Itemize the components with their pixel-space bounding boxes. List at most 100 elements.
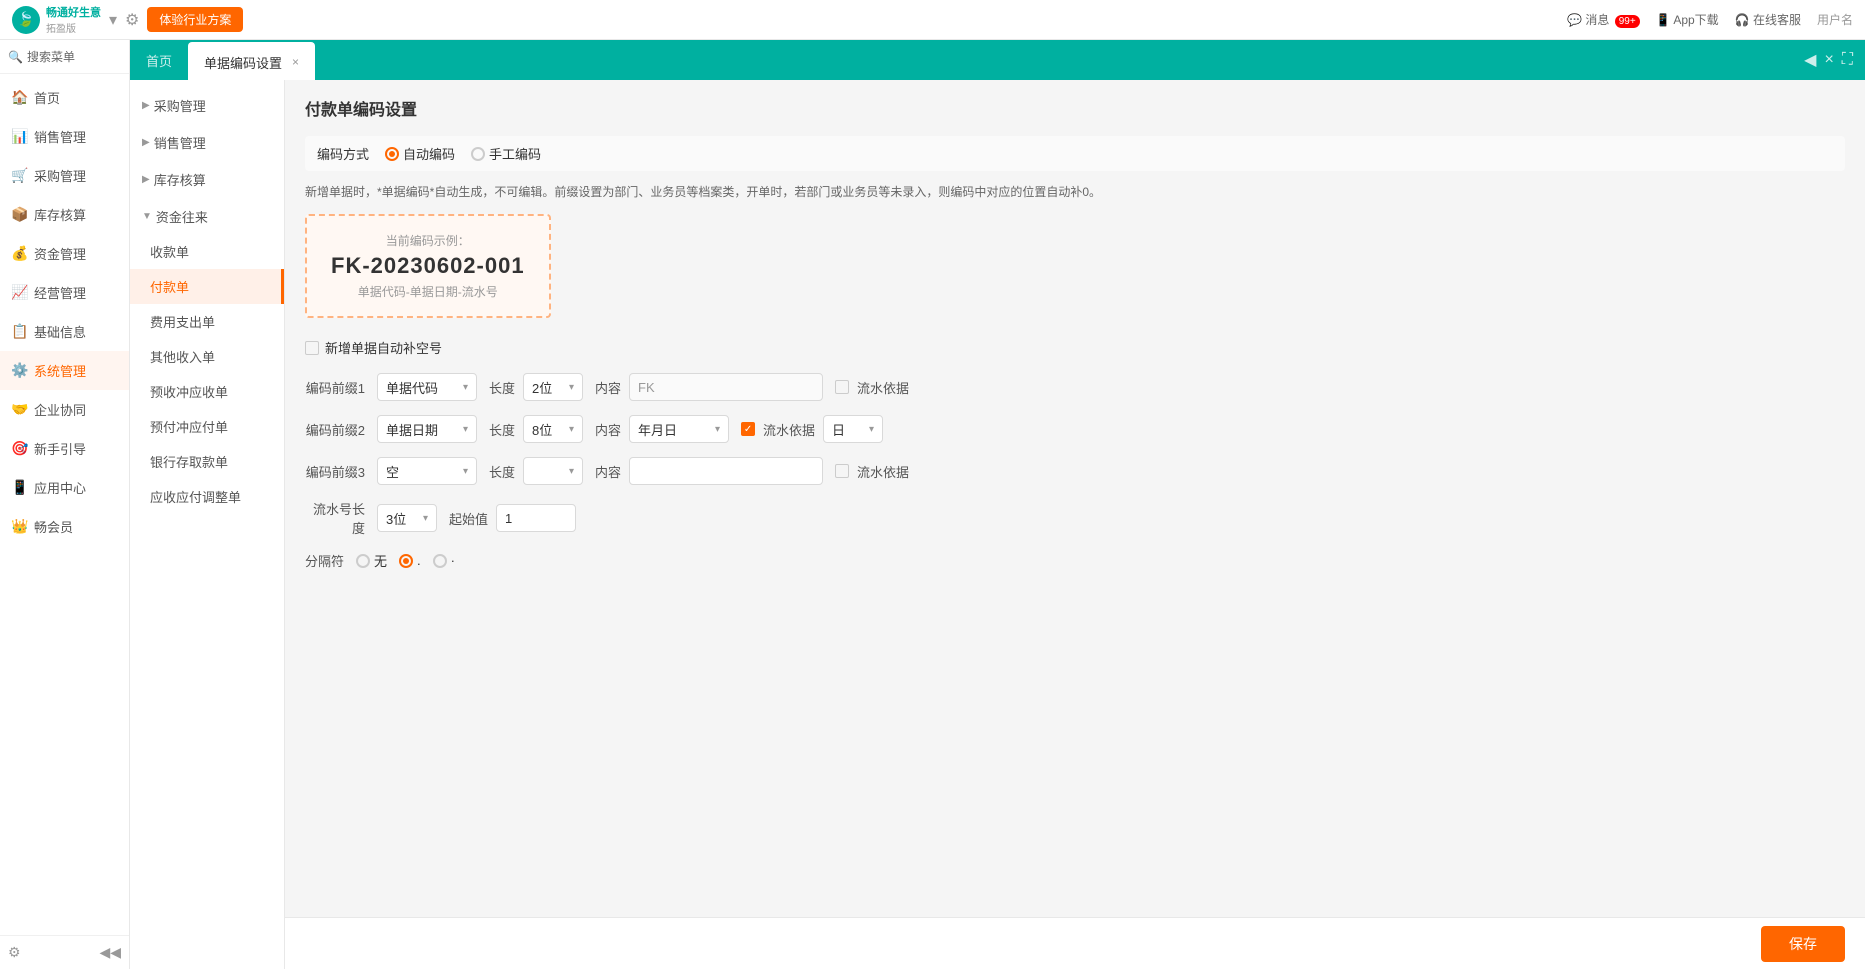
start-value-input[interactable]: [496, 504, 576, 532]
arrow-down-icon: ▼: [142, 211, 152, 222]
app-download-link[interactable]: 📱 App下载: [1656, 11, 1719, 28]
prefix3-select[interactable]: 空 ▾: [377, 457, 477, 485]
brand-text: 畅通好生意 拓盈版: [46, 4, 101, 35]
chevron-down-icon6: ▾: [869, 424, 874, 435]
sidebar: 🔍 搜索菜单 🏠 首页 📊 销售管理 🛒 采购管理 📦 库存核算 💰: [0, 40, 130, 969]
menu-item-bank-deposit[interactable]: 银行存取款单: [130, 444, 284, 479]
online-service-link[interactable]: 🎧 在线客服: [1735, 11, 1801, 28]
sidebar-item-apps[interactable]: 📱 应用中心: [0, 468, 129, 507]
tabbar-controls: ◀ × ⛶: [1804, 50, 1865, 70]
serial2-unit-select[interactable]: 日 ▾: [823, 415, 883, 443]
auto-encode-option[interactable]: 自动编码: [385, 144, 455, 163]
system-icon: ⚙️: [12, 363, 28, 379]
search-menu-btn[interactable]: 🔍 搜索菜单: [8, 48, 121, 65]
length3-select[interactable]: ▾: [523, 457, 583, 485]
menu-group-capital-header[interactable]: ▼ 资金往来: [130, 199, 284, 234]
serial-length-select[interactable]: 3位 ▾: [377, 504, 437, 532]
search-icon: 🔍: [8, 50, 23, 64]
brand-icon: 🍃: [12, 6, 40, 34]
length2-select[interactable]: 8位 ▾: [523, 415, 583, 443]
sep-dot-option[interactable]: .: [399, 553, 421, 568]
auto-fill-row: 新增单据自动补空号: [305, 338, 1845, 357]
settings-icon[interactable]: ⚙: [125, 10, 139, 30]
message-link[interactable]: 💬 消息 99+: [1567, 11, 1640, 28]
menu-group-purchase: ▶ 采购管理: [130, 88, 284, 123]
sidebar-item-system[interactable]: ⚙️ 系统管理: [0, 351, 129, 390]
length2-group: 长度 8位 ▾: [489, 415, 583, 443]
sidebar-item-enterprise[interactable]: 🤝 企业协同: [0, 390, 129, 429]
menu-item-expense[interactable]: 费用支出单: [130, 304, 284, 339]
serial3-checkbox[interactable]: [835, 464, 849, 478]
sidebar-item-inventory[interactable]: 📦 库存核算: [0, 195, 129, 234]
sidebar-item-guide[interactable]: 🎯 新手引导: [0, 429, 129, 468]
content-wrap: ▶ 采购管理 ▶ 销售管理 ▶ 库存核算: [130, 80, 1865, 969]
manual-encode-option[interactable]: 手工编码: [471, 144, 541, 163]
menu-item-other-income[interactable]: 其他收入单: [130, 339, 284, 374]
prefix3-row: 编码前缀3 空 ▾ 长度 ▾ 内: [305, 457, 1845, 485]
topbar-left: 🍃 畅通好生意 拓盈版 ▾ ⚙ 体验行业方案: [12, 4, 243, 35]
vip-icon: 👑: [12, 519, 28, 535]
menu-group-purchase-header[interactable]: ▶ 采购管理: [130, 88, 284, 123]
tabbar: 首页 单据编码设置 × ◀ × ⛶: [130, 40, 1865, 80]
menu-item-receipt[interactable]: 收款单: [130, 234, 284, 269]
sep-none-radio[interactable]: [356, 554, 370, 568]
menu-item-adjustment[interactable]: 应收应付调整单: [130, 479, 284, 514]
sidebar-nav: 🏠 首页 📊 销售管理 🛒 采购管理 📦 库存核算 💰 资金管理 📈 经: [0, 74, 129, 935]
separator-options: 无 . ·: [356, 551, 455, 570]
tab-close-icon[interactable]: ×: [292, 55, 299, 69]
sep-dot-radio[interactable]: [399, 554, 413, 568]
sidebar-item-basic[interactable]: 📋 基础信息: [0, 312, 129, 351]
prefix1-select[interactable]: 单据代码 ▾: [377, 373, 477, 401]
content1-input[interactable]: [629, 373, 823, 401]
dropdown-icon[interactable]: ▾: [109, 10, 117, 30]
page-title: 付款单编码设置: [305, 96, 1845, 120]
arrow-right-icon3: ▶: [142, 174, 150, 185]
auto-fill-label: 新增单据自动补空号: [325, 338, 442, 357]
auto-encode-radio[interactable]: [385, 147, 399, 161]
purchase-icon: 🛒: [12, 168, 28, 184]
tab-home[interactable]: 首页: [130, 40, 188, 80]
auto-fill-checkbox[interactable]: [305, 341, 319, 355]
serial1-group: 流水依据: [835, 378, 909, 397]
settings-bottom-icon[interactable]: ⚙: [8, 944, 21, 961]
close-tab-btn[interactable]: ×: [1824, 51, 1833, 69]
collapse-icon[interactable]: ◀◀: [99, 944, 121, 961]
sidebar-item-operations[interactable]: 📈 经营管理: [0, 273, 129, 312]
menu-item-payment[interactable]: 付款单: [130, 269, 284, 304]
serial-row: 流水号长度 3位 ▾ 起始值: [305, 499, 1845, 537]
sep-dash-option[interactable]: ·: [433, 553, 455, 568]
topbar: 🍃 畅通好生意 拓盈版 ▾ ⚙ 体验行业方案 💬 消息 99+ 📱 App下载 …: [0, 0, 1865, 40]
arrow-right-icon2: ▶: [142, 137, 150, 148]
sidebar-item-purchase[interactable]: 🛒 采购管理: [0, 156, 129, 195]
sidebar-search-area: 🔍 搜索菜单: [0, 40, 129, 74]
manual-encode-radio[interactable]: [471, 147, 485, 161]
sidebar-item-finance[interactable]: 💰 资金管理: [0, 234, 129, 273]
message-badge: 99+: [1615, 15, 1640, 28]
prefix2-select[interactable]: 单据日期 ▾: [377, 415, 477, 443]
sidebar-item-home[interactable]: 🏠 首页: [0, 78, 129, 117]
preview-sub: 单据代码-单据日期-流水号: [331, 283, 525, 300]
sep-none-option[interactable]: 无: [356, 551, 387, 570]
menu-group-sales-header[interactable]: ▶ 销售管理: [130, 125, 284, 160]
menu-group-inventory-header[interactable]: ▶ 库存核算: [130, 162, 284, 197]
separator-label: 分隔符: [305, 551, 344, 570]
menu-item-pre-pay[interactable]: 预付冲应付单: [130, 409, 284, 444]
chevron-down-icon4: ▾: [569, 424, 574, 435]
tab-encode-settings[interactable]: 单据编码设置 ×: [188, 42, 315, 82]
sidebar-item-sales[interactable]: 📊 销售管理: [0, 117, 129, 156]
sidebar-item-vip[interactable]: 👑 畅会员: [0, 507, 129, 546]
length1-group: 长度 2位 ▾: [489, 373, 583, 401]
serial2-checkbox[interactable]: ✓: [741, 422, 755, 436]
length1-select[interactable]: 2位 ▾: [523, 373, 583, 401]
content2-select[interactable]: 年月日 ▾: [629, 415, 729, 443]
finance-icon: 💰: [12, 246, 28, 262]
enterprise-icon: 🤝: [12, 402, 28, 418]
collapse-tabs-btn[interactable]: ◀: [1804, 50, 1816, 70]
serial1-checkbox[interactable]: [835, 380, 849, 394]
save-button[interactable]: 保存: [1761, 926, 1845, 962]
menu-item-pre-receive[interactable]: 预收冲应收单: [130, 374, 284, 409]
trial-button[interactable]: 体验行业方案: [147, 7, 243, 32]
fullscreen-btn[interactable]: ⛶: [1842, 51, 1853, 69]
sep-dash-radio[interactable]: [433, 554, 447, 568]
content3-input[interactable]: [629, 457, 823, 485]
